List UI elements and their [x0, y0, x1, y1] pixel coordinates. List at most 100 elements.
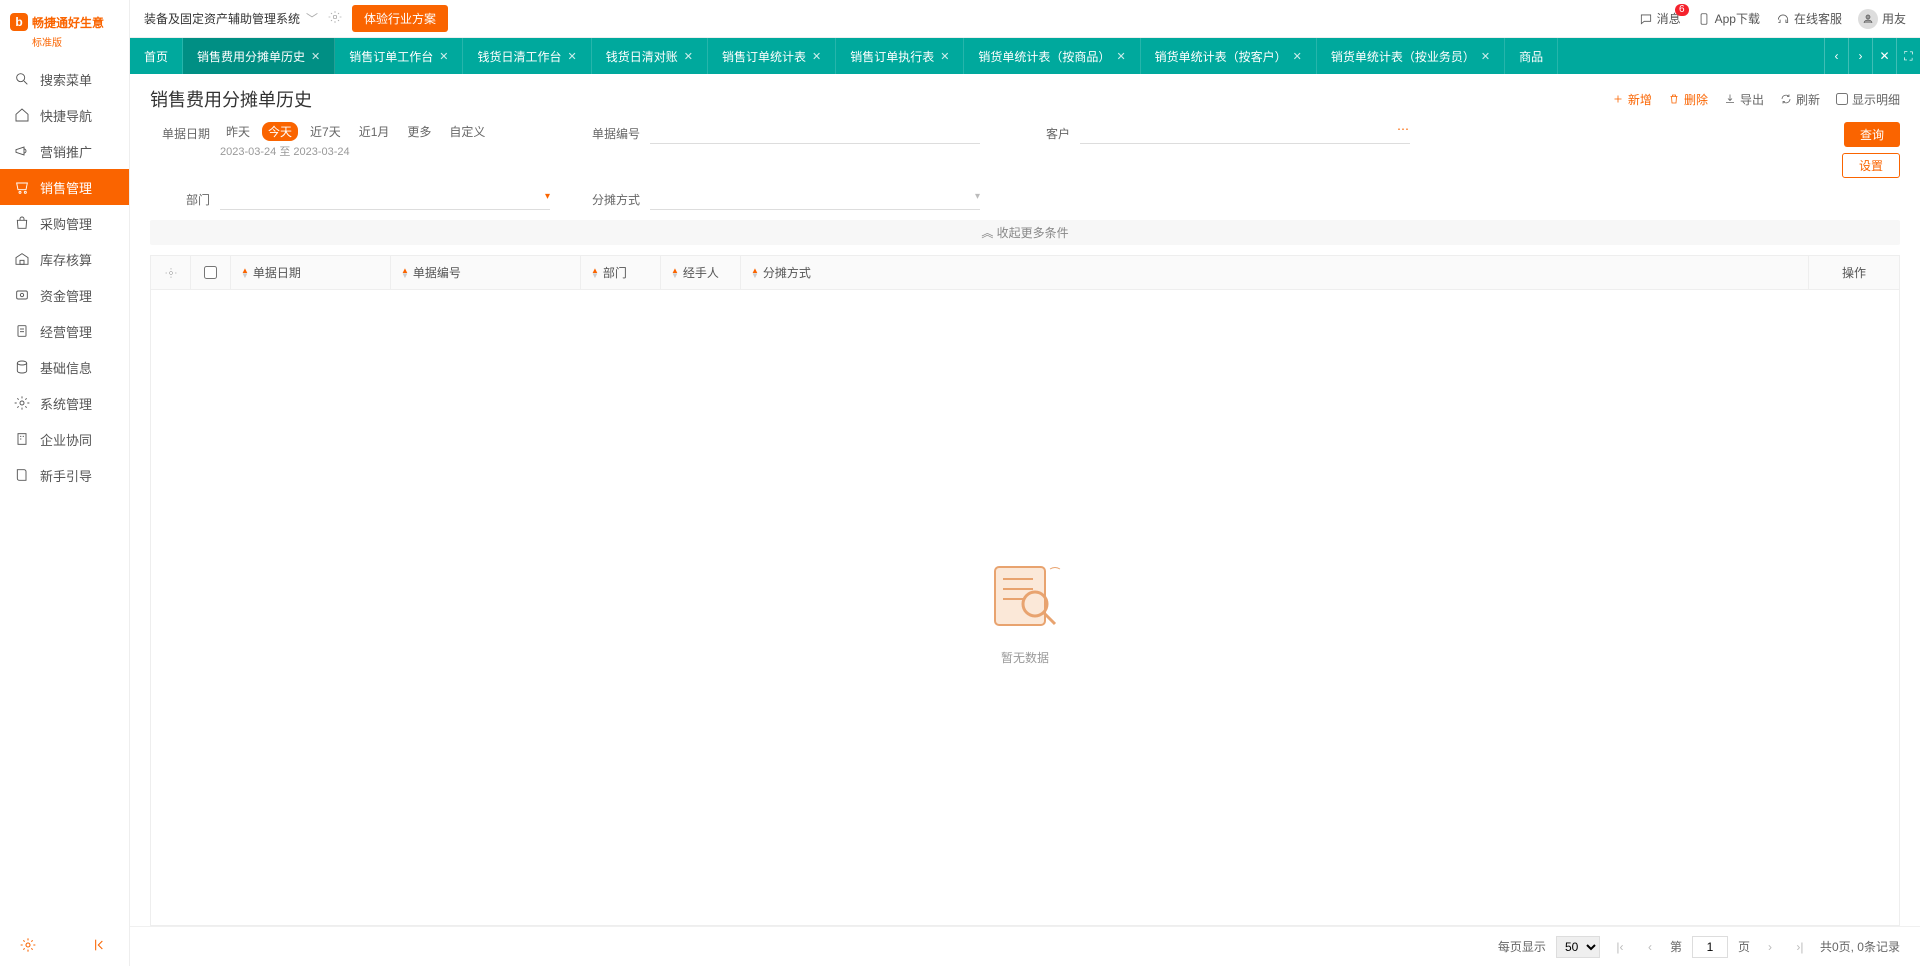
query-button[interactable]: 查询 [1844, 122, 1900, 147]
close-icon[interactable]: ✕ [940, 50, 949, 63]
customer-picker-icon[interactable]: ⋯ [1397, 122, 1410, 136]
tab-home[interactable]: 首页 [130, 38, 183, 74]
sidebar-item-coop[interactable]: 企业协同 [0, 421, 129, 457]
close-icon[interactable]: ✕ [1481, 50, 1490, 63]
sidebar-item-biz[interactable]: 经营管理 [0, 313, 129, 349]
col-date[interactable]: ▲▼单据日期 [231, 256, 391, 289]
tab-delivery-stats-product[interactable]: 销货单统计表（按商品）✕ [964, 38, 1140, 74]
sidebar-item-label: 经营管理 [40, 322, 92, 341]
collapse-label: 收起更多条件 [997, 226, 1069, 240]
filter-customer-label: 客户 [1010, 122, 1070, 142]
refresh-button[interactable]: 刷新 [1780, 91, 1820, 108]
try-industry-button[interactable]: 体验行业方案 [352, 5, 448, 32]
docno-input[interactable] [650, 122, 980, 144]
close-icon[interactable]: ✕ [311, 50, 320, 63]
app-download-button[interactable]: App下载 [1697, 10, 1760, 27]
col-dept[interactable]: ▲▼部门 [581, 256, 661, 289]
home-icon [14, 107, 30, 123]
date-opt-more[interactable]: 更多 [401, 122, 437, 141]
page-total: 共0页, 0条记录 [1820, 938, 1900, 955]
close-icon[interactable]: ✕ [568, 50, 577, 63]
delete-button[interactable]: 删除 [1668, 91, 1708, 108]
data-table: ▲▼单据日期 ▲▼单据编号 ▲▼部门 ▲▼经手人 ▲▼分摊方式 操作 [150, 255, 1900, 926]
date-opt-7days[interactable]: 近7天 [304, 122, 347, 141]
sidebar-item-guide[interactable]: 新手引导 [0, 457, 129, 493]
tab-label: 销售订单统计表 [722, 48, 806, 65]
tab-delivery-stats-customer[interactable]: 销货单统计表（按客户）✕ [1141, 38, 1317, 74]
close-icon[interactable]: ✕ [1116, 50, 1125, 63]
select-all-input[interactable] [204, 266, 217, 279]
sidebar-item-base[interactable]: 基础信息 [0, 349, 129, 385]
export-button[interactable]: 导出 [1724, 91, 1764, 108]
col-label: 单据编号 [413, 264, 461, 281]
close-icon[interactable]: ✕ [1293, 50, 1302, 63]
settings-icon[interactable] [20, 937, 36, 956]
close-icon[interactable]: ✕ [684, 50, 693, 63]
col-docno[interactable]: ▲▼单据编号 [391, 256, 581, 289]
tab-scroll-right[interactable]: › [1848, 38, 1872, 74]
sidebar-item-marketing[interactable]: 营销推广 [0, 133, 129, 169]
filter-date: 单据日期 昨天 今天 近7天 近1月 更多 自定义 2023-03-24 至 2… [150, 122, 550, 178]
date-opt-yesterday[interactable]: 昨天 [220, 122, 256, 141]
date-opt-custom[interactable]: 自定义 [443, 122, 491, 141]
tab-daily-clear-recon[interactable]: 钱货日清对账✕ [592, 38, 708, 74]
gear-icon [14, 395, 30, 411]
message-icon [1639, 12, 1653, 26]
tab-scroll-left[interactable]: ‹ [1824, 38, 1848, 74]
tab-label: 钱货日清工作台 [477, 48, 561, 65]
setting-button[interactable]: 设置 [1842, 153, 1900, 178]
cart-icon [14, 179, 30, 195]
customer-input[interactable] [1080, 122, 1410, 144]
tab-sales-order-exec[interactable]: 销售订单执行表✕ [836, 38, 964, 74]
col-label: 经手人 [683, 264, 719, 281]
col-handler[interactable]: ▲▼经手人 [661, 256, 741, 289]
tab-sales-order-workbench[interactable]: 销售订单工作台✕ [335, 38, 463, 74]
first-page-button[interactable]: |‹ [1610, 937, 1630, 957]
date-opt-1month[interactable]: 近1月 [353, 122, 396, 141]
sidebar-item-sales[interactable]: 销售管理 [0, 169, 129, 205]
date-opt-today[interactable]: 今天 [262, 122, 298, 141]
page-number-input[interactable] [1692, 936, 1728, 958]
col-alloc[interactable]: ▲▼分摊方式 [741, 256, 1809, 289]
tab-product[interactable]: 商品 [1505, 38, 1558, 74]
empty-text: 暂无数据 [1001, 649, 1049, 666]
tab-delivery-stats-salesman[interactable]: 销货单统计表（按业务员）✕ [1317, 38, 1505, 74]
sidebar-nav: 搜索菜单 快捷导航 营销推广 销售管理 采购管理 库存核算 [0, 55, 129, 926]
online-service-button[interactable]: 在线客服 [1776, 10, 1842, 27]
add-button[interactable]: 新增 [1612, 91, 1652, 108]
tab-daily-clear-workbench[interactable]: 钱货日清工作台 ✕ [463, 38, 591, 74]
sidebar-item-purchase[interactable]: 采购管理 [0, 205, 129, 241]
user-menu[interactable]: 用友 [1858, 9, 1906, 29]
sidebar-item-search[interactable]: 搜索菜单 [0, 61, 129, 97]
sidebar-item-fund[interactable]: 资金管理 [0, 277, 129, 313]
collapse-sidebar-icon[interactable] [93, 937, 109, 956]
system-selector[interactable]: 装备及固定资产辅助管理系统 ﹀ [144, 10, 318, 27]
bag-icon [14, 215, 30, 231]
refresh-label: 刷新 [1796, 91, 1820, 108]
tab-sales-expense-history[interactable]: 销售费用分摊单历史✕ [183, 38, 335, 74]
alloc-select[interactable] [650, 188, 980, 210]
tabs-bar: 首页 销售费用分摊单历史✕ 销售订单工作台✕ 钱货日清工作台✕ 钱货日清对账✕ … [130, 38, 1920, 74]
select-all-checkbox[interactable] [191, 256, 231, 289]
clipboard-icon [14, 323, 30, 339]
next-page-button[interactable]: › [1760, 937, 1780, 957]
show-detail-input[interactable] [1836, 93, 1848, 105]
brand-edition: 标准版 [0, 34, 129, 55]
sidebar-item-system[interactable]: 系统管理 [0, 385, 129, 421]
tab-close-all[interactable]: ✕ [1872, 38, 1896, 74]
sidebar-item-inventory[interactable]: 库存核算 [0, 241, 129, 277]
show-detail-checkbox[interactable]: 显示明细 [1836, 91, 1900, 108]
tab-sales-order-stats[interactable]: 销售订单统计表 ✕ [708, 38, 836, 74]
column-settings-button[interactable] [151, 256, 191, 289]
page-size-select[interactable]: 50 [1556, 936, 1600, 958]
system-settings-button[interactable] [328, 10, 342, 27]
messages-button[interactable]: 消息 [1639, 10, 1681, 27]
prev-page-button[interactable]: ‹ [1640, 937, 1660, 957]
tab-fullscreen[interactable]: ⛶ [1896, 38, 1920, 74]
collapse-filters-button[interactable]: ︽ 收起更多条件 [150, 220, 1900, 245]
last-page-button[interactable]: ›| [1790, 937, 1810, 957]
close-icon[interactable]: ✕ [812, 50, 821, 63]
close-icon[interactable]: ✕ [439, 50, 448, 63]
dept-select[interactable] [220, 188, 550, 210]
sidebar-item-quicknav[interactable]: 快捷导航 [0, 97, 129, 133]
